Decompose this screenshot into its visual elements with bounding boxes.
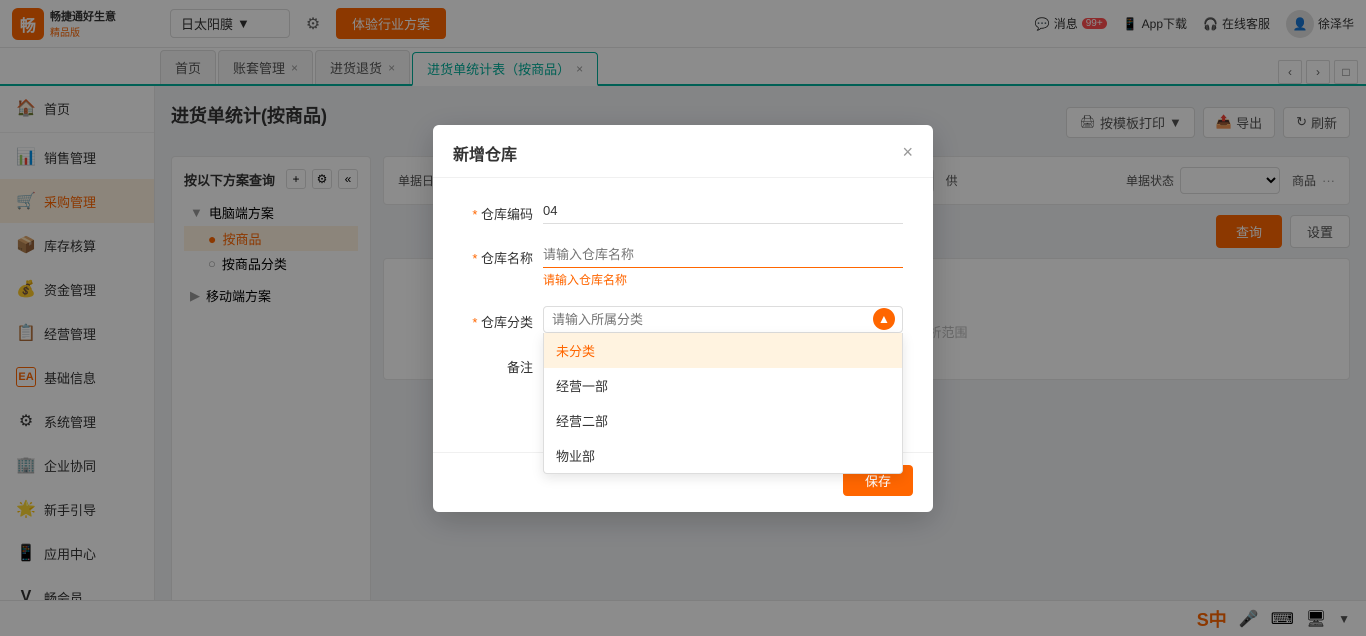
code-control: [543, 198, 903, 224]
category-arrow-button[interactable]: ▲: [873, 308, 895, 330]
form-item-category: 仓库分类 ▲ 未分类 经营一部 经营二部 物业部: [463, 306, 903, 333]
modal-overlay: 新增仓库 × 仓库编码 仓库名称 请输入仓库名称 仓库分类: [0, 0, 1366, 636]
dialog-header: 新增仓库 ×: [433, 125, 933, 178]
category-dropdown: 未分类 经营一部 经营二部 物业部: [543, 333, 903, 474]
option-property[interactable]: 物业部: [544, 438, 902, 473]
name-error-msg: 请输入仓库名称: [543, 271, 903, 288]
category-input[interactable]: [543, 306, 903, 333]
category-label: 仓库分类: [463, 306, 543, 331]
name-label: 仓库名称: [463, 242, 543, 267]
category-select-wrapper: ▲ 未分类 经营一部 经营二部 物业部: [543, 306, 903, 333]
code-label: 仓库编码: [463, 198, 543, 223]
code-input[interactable]: [543, 198, 903, 224]
name-input[interactable]: [543, 242, 903, 268]
dialog-title: 新增仓库: [453, 141, 517, 165]
category-control: ▲ 未分类 经营一部 经营二部 物业部: [543, 306, 903, 333]
dialog-close-button[interactable]: ×: [902, 142, 913, 163]
form-item-name: 仓库名称 请输入仓库名称: [463, 242, 903, 288]
option-dept1[interactable]: 经营一部: [544, 368, 902, 403]
add-warehouse-dialog: 新增仓库 × 仓库编码 仓库名称 请输入仓库名称 仓库分类: [433, 125, 933, 512]
name-control: 请输入仓库名称: [543, 242, 903, 288]
form-item-code: 仓库编码: [463, 198, 903, 224]
remark-label: 备注: [463, 351, 543, 376]
dialog-body: 仓库编码 仓库名称 请输入仓库名称 仓库分类 ▲: [433, 178, 933, 452]
option-dept2[interactable]: 经营二部: [544, 403, 902, 438]
option-uncategorized[interactable]: 未分类: [544, 333, 902, 368]
